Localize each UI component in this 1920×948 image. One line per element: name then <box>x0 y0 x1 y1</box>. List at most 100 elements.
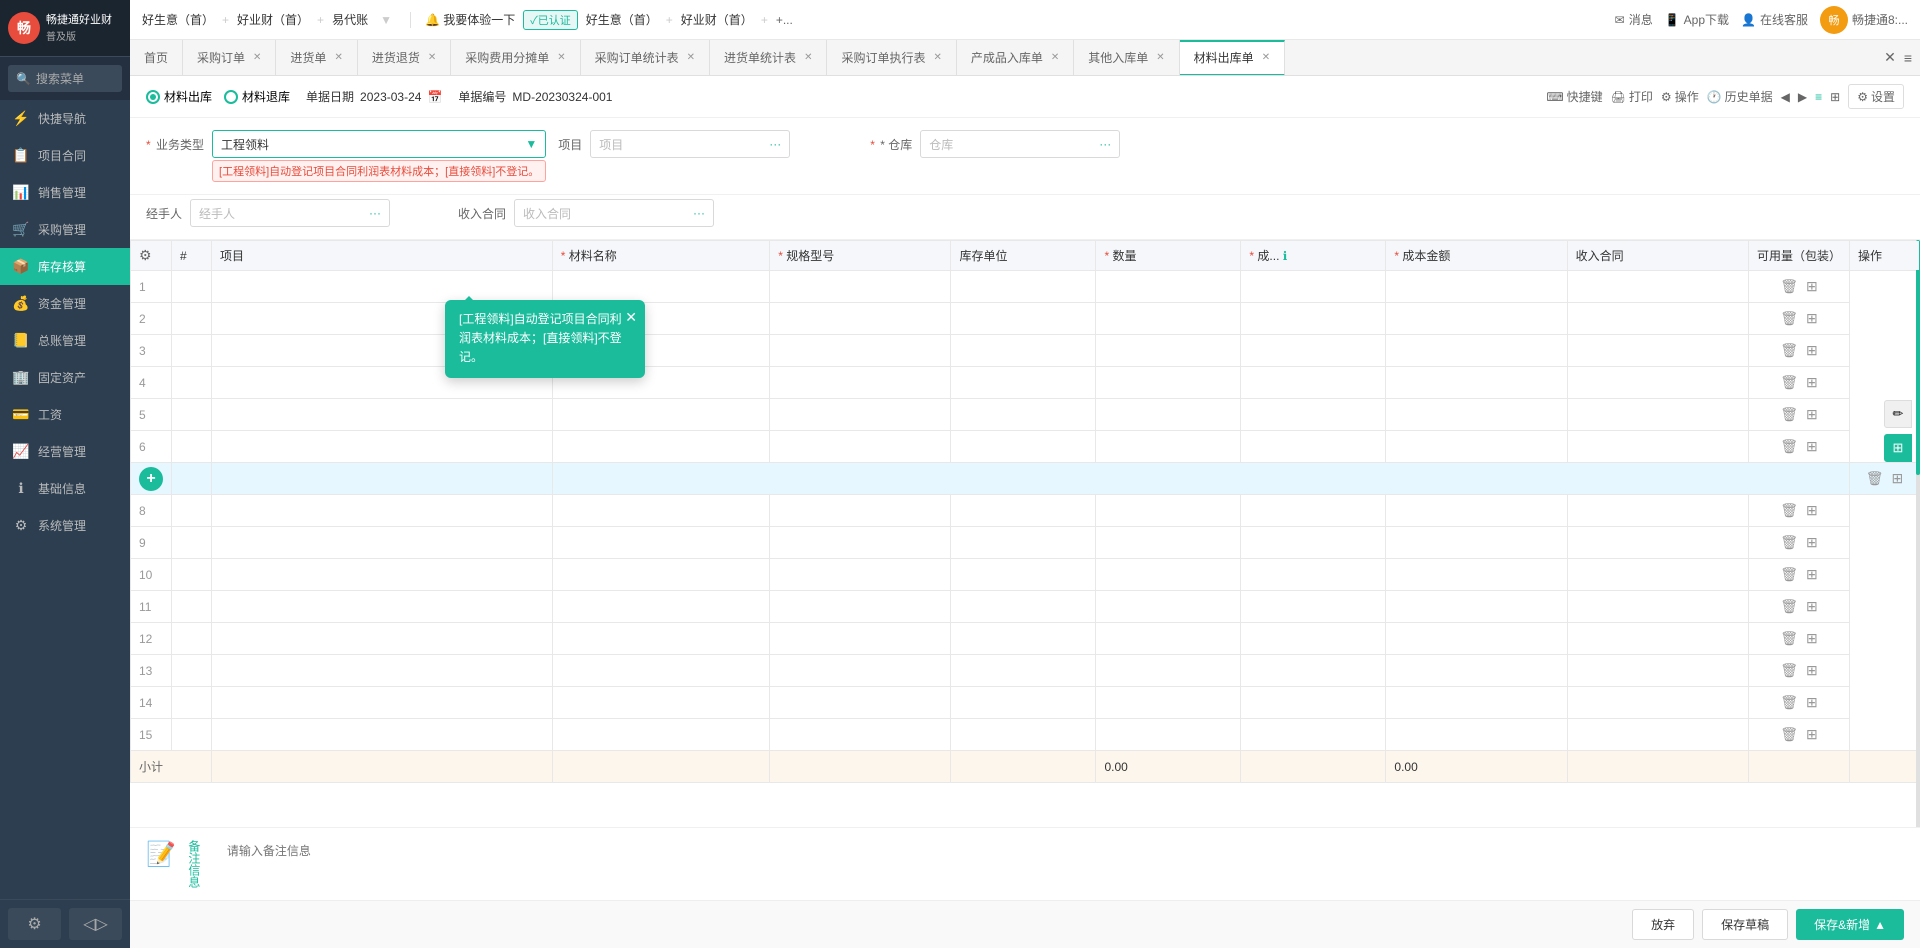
row-delete-icon[interactable]: 🗑 <box>1780 342 1798 359</box>
tab-order-exec[interactable]: 采购订单执行表 ✕ <box>827 40 956 76</box>
search-menu-button[interactable]: 🔍 搜索菜单 <box>8 65 122 92</box>
nav-prev-button[interactable]: ◀ <box>1781 84 1790 109</box>
row-copy-icon[interactable]: ⊞ <box>1806 502 1818 519</box>
tab-purchase-order-close[interactable]: ✕ <box>253 52 261 63</box>
row-delete-icon[interactable]: 🗑 <box>1780 534 1798 551</box>
topbar-link2-haoshengyi[interactable]: 好生意（首） <box>586 11 658 28</box>
row-copy-icon[interactable]: ⊞ <box>1892 470 1904 487</box>
row-delete-icon[interactable]: 🗑 <box>1780 310 1798 327</box>
row-copy-icon[interactable]: ⊞ <box>1806 278 1818 295</box>
add-row-button[interactable]: + <box>139 467 163 491</box>
sidebar-item-project[interactable]: 📋 项目合同 <box>0 137 130 174</box>
row-delete-icon[interactable]: 🗑 <box>1780 438 1798 455</box>
tab-goods-stats[interactable]: 进货单统计表 ✕ <box>710 40 827 76</box>
col-settings-icon[interactable]: ⚙ <box>139 247 152 263</box>
topbar-link-haoshengyi[interactable]: 好生意（首） <box>142 11 214 28</box>
online-service-button[interactable]: 👤 在线客服 <box>1741 11 1808 28</box>
row-delete-icon[interactable]: 🗑 <box>1780 278 1798 295</box>
row-delete-icon[interactable]: 🗑 <box>1780 502 1798 519</box>
sidebar-item-assets[interactable]: 🏢 固定资产 <box>0 359 130 396</box>
sidebar-item-sysadmin[interactable]: ⚙ 系统管理 <box>0 507 130 544</box>
nav-next-button[interactable]: ▶ <box>1798 84 1807 109</box>
row-delete-icon[interactable]: 🗑 <box>1780 374 1798 391</box>
sidebar-item-quicknav[interactable]: ⚡ 快捷导航 <box>0 100 130 137</box>
row-delete-icon[interactable]: 🗑 <box>1780 598 1798 615</box>
tab-material-out-close[interactable]: ✕ <box>1262 52 1270 63</box>
row-delete-icon[interactable]: 🗑 <box>1780 726 1798 743</box>
topbar-link-yidaizhang[interactable]: 易代账 <box>332 11 368 28</box>
topbar-link-haoyecai[interactable]: 好业财（首） <box>237 11 309 28</box>
collapse-button[interactable]: ◁▷ <box>69 908 122 940</box>
user-profile[interactable]: 畅 畅捷通8:... <box>1820 6 1908 34</box>
sidebar-item-purchase[interactable]: 🛒 采购管理 <box>0 211 130 248</box>
tab-purchase-in[interactable]: 进货单 ✕ <box>276 40 357 76</box>
discard-button[interactable]: 放弃 <box>1632 909 1694 940</box>
row-copy-icon[interactable]: ⊞ <box>1806 374 1818 391</box>
row-copy-icon[interactable]: ⊞ <box>1806 726 1818 743</box>
print-button[interactable]: 🖨 打印 <box>1611 84 1653 109</box>
row-copy-icon[interactable]: ⊞ <box>1806 630 1818 647</box>
doc-number-value[interactable]: MD-20230324-001 <box>512 90 612 104</box>
date-value[interactable]: 2023-03-24 <box>360 90 421 104</box>
tab-purchase-order[interactable]: 采购订单 ✕ <box>183 40 276 76</box>
income-contract-input[interactable]: 收入合同 ··· <box>514 199 714 227</box>
tab-close-all-button[interactable]: ✕ <box>1884 49 1896 66</box>
view-card-button[interactable]: ⊞ <box>1830 84 1840 109</box>
sidebar-item-sales[interactable]: 📊 销售管理 <box>0 174 130 211</box>
tab-material-out[interactable]: 材料出库单 ✕ <box>1180 40 1285 76</box>
radio-material-out[interactable]: 材料出库 <box>146 88 212 105</box>
row-delete-icon[interactable]: 🗑 <box>1780 406 1798 423</box>
topbar-trial-link[interactable]: 🔔 我要体验一下 <box>425 11 515 28</box>
active-cell-input-1[interactable] <box>180 463 203 494</box>
edge-tool-edit[interactable]: ✏ <box>1884 400 1912 428</box>
sidebar-item-ledger[interactable]: 📒 总账管理 <box>0 322 130 359</box>
tab-purchase-return-close[interactable]: ✕ <box>428 52 436 63</box>
tab-purchase-expense-close[interactable]: ✕ <box>557 52 565 63</box>
row-delete-icon[interactable]: 🗑 <box>1780 694 1798 711</box>
warehouse-search-icon[interactable]: ··· <box>1099 137 1111 151</box>
view-list-button[interactable]: ≡ <box>1815 84 1822 109</box>
calendar-icon[interactable]: 📅 <box>427 90 442 104</box>
tab-product-in-close[interactable]: ✕ <box>1051 52 1059 63</box>
topbar-link2-haoyecai[interactable]: 好业财（首） <box>681 11 753 28</box>
tab-purchase-stats-close[interactable]: ✕ <box>687 52 695 63</box>
row-copy-icon[interactable]: ⊞ <box>1806 406 1818 423</box>
cost-info-icon[interactable]: ℹ <box>1283 249 1288 263</box>
row-delete-icon[interactable]: 🗑 <box>1866 470 1884 487</box>
tooltip-close-button[interactable]: ✕ <box>625 306 637 328</box>
sidebar-item-inventory[interactable]: 📦 库存核算 <box>0 248 130 285</box>
tab-other-in-close[interactable]: ✕ <box>1156 52 1164 63</box>
notes-input[interactable] <box>219 840 1904 862</box>
radio-material-return[interactable]: 材料退库 <box>224 88 290 105</box>
income-contract-search-icon[interactable]: ··· <box>693 206 705 220</box>
col-header-gear[interactable]: ⚙ <box>131 241 172 271</box>
sidebar-item-funds[interactable]: 💰 资金管理 <box>0 285 130 322</box>
row-copy-icon[interactable]: ⊞ <box>1806 534 1818 551</box>
operation-button[interactable]: ⚙ 操作 <box>1661 84 1699 109</box>
warehouse-input[interactable]: 仓库 ··· <box>920 130 1120 158</box>
tab-other-in[interactable]: 其他入库单 ✕ <box>1074 40 1179 76</box>
row-copy-icon[interactable]: ⊞ <box>1806 662 1818 679</box>
active-cell-input-2[interactable] <box>220 463 544 494</box>
project-input[interactable]: 项目 ··· <box>590 130 790 158</box>
business-type-input[interactable]: 工程领料 ▼ <box>212 130 546 158</box>
tab-goods-stats-close[interactable]: ✕ <box>804 52 812 63</box>
row-copy-icon[interactable]: ⊞ <box>1806 310 1818 327</box>
row-copy-icon[interactable]: ⊞ <box>1806 598 1818 615</box>
tab-purchase-return[interactable]: 进货退货 ✕ <box>358 40 451 76</box>
sidebar-item-payroll[interactable]: 💳 工资 <box>0 396 130 433</box>
scrollbar-thumb[interactable] <box>1916 240 1920 475</box>
handler-search-icon[interactable]: ··· <box>369 206 381 220</box>
tab-purchase-in-close[interactable]: ✕ <box>334 52 342 63</box>
message-button[interactable]: ✉ 消息 <box>1615 11 1653 28</box>
handler-input[interactable]: 经手人 ··· <box>190 199 390 227</box>
tab-home[interactable]: 首页 <box>130 40 183 76</box>
shortcut-button[interactable]: ⌨ 快捷键 <box>1546 84 1602 109</box>
row-copy-icon[interactable]: ⊞ <box>1806 438 1818 455</box>
sidebar-item-operations[interactable]: 📈 经营管理 <box>0 433 130 470</box>
edge-tool-table[interactable]: ⊞ <box>1884 434 1912 462</box>
sidebar-item-basicinfo[interactable]: ℹ 基础信息 <box>0 470 130 507</box>
form-settings-button[interactable]: ⚙ 设置 <box>1848 84 1904 109</box>
history-button[interactable]: 🕐 历史单据 <box>1707 84 1773 109</box>
row-delete-icon[interactable]: 🗑 <box>1780 630 1798 647</box>
